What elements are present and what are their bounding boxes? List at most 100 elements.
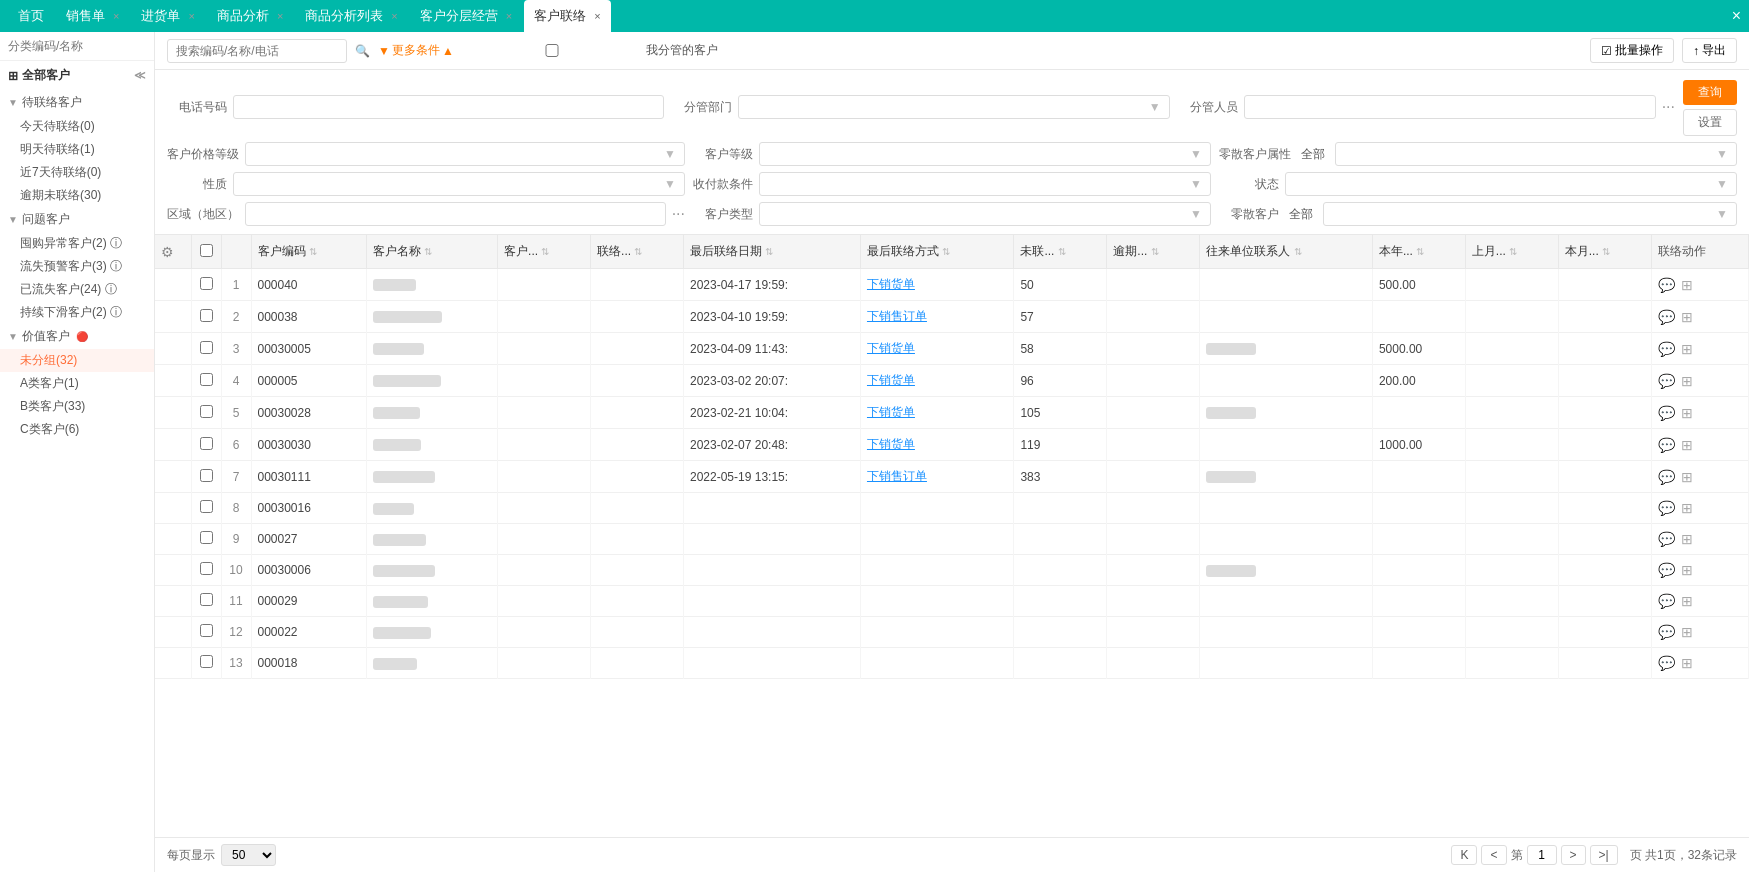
row-checkbox-cell[interactable]: [191, 301, 221, 333]
region-dots[interactable]: ···: [672, 205, 685, 223]
chat-icon[interactable]: 💬: [1658, 309, 1675, 325]
my-customers-input[interactable]: [462, 44, 642, 57]
nav-purchase-close[interactable]: ×: [188, 10, 194, 22]
row-last-way[interactable]: [860, 524, 1013, 555]
nav-customer-segment-close[interactable]: ×: [506, 10, 512, 22]
code-col-header[interactable]: 客户编码 ⇅: [251, 235, 366, 269]
row-last-way[interactable]: 下销货单: [860, 429, 1013, 461]
row-checkbox[interactable]: [200, 469, 213, 482]
chat-icon[interactable]: 💬: [1658, 437, 1675, 453]
sidebar-item-tomorrow[interactable]: 明天待联络(1): [0, 138, 154, 161]
menu-icon[interactable]: ⊞: [1681, 309, 1693, 325]
page-size-select[interactable]: 50 20 100: [221, 844, 276, 866]
gear-col-header[interactable]: ⚙: [155, 235, 191, 269]
sidebar-group-problem[interactable]: ▼ 问题客户: [0, 207, 154, 232]
reset-button[interactable]: 设置: [1683, 109, 1737, 136]
last-way-link[interactable]: 下销售订单: [867, 309, 927, 323]
search-input[interactable]: [167, 39, 347, 63]
row-last-way[interactable]: 下销货单: [860, 397, 1013, 429]
menu-icon[interactable]: ⊞: [1681, 469, 1693, 485]
row-last-way[interactable]: 下销货单: [860, 269, 1013, 301]
row-checkbox[interactable]: [200, 562, 213, 575]
chat-icon[interactable]: 💬: [1658, 373, 1675, 389]
sidebar-item-ungroup[interactable]: 未分组(32): [0, 349, 154, 372]
row-checkbox[interactable]: [200, 437, 213, 450]
row-checkbox[interactable]: [200, 309, 213, 322]
row-checkbox[interactable]: [200, 624, 213, 637]
row-checkbox-cell[interactable]: [191, 365, 221, 397]
query-button[interactable]: 查询: [1683, 80, 1737, 105]
chat-icon[interactable]: 💬: [1658, 277, 1675, 293]
last-way-link[interactable]: 下销货单: [867, 437, 915, 451]
sidebar-item-today[interactable]: 今天待联络(0): [0, 115, 154, 138]
row-checkbox-cell[interactable]: [191, 333, 221, 365]
page-prev-btn[interactable]: <: [1481, 845, 1506, 865]
row-checkbox-cell[interactable]: [191, 617, 221, 648]
chat-icon[interactable]: 💬: [1658, 405, 1675, 421]
menu-icon[interactable]: ⊞: [1681, 373, 1693, 389]
contact-col-header[interactable]: 联络... ⇅: [591, 235, 684, 269]
page-number-input[interactable]: [1527, 845, 1557, 865]
row-checkbox-cell[interactable]: [191, 397, 221, 429]
sidebar-item-class-b[interactable]: B类客户(33): [0, 395, 154, 418]
row-checkbox[interactable]: [200, 405, 213, 418]
menu-icon[interactable]: ⊞: [1681, 593, 1693, 609]
sidebar-group-pending[interactable]: ▼ 待联络客户: [0, 90, 154, 115]
window-close-icon[interactable]: ×: [1732, 7, 1741, 25]
nav-product-analysis-close[interactable]: ×: [277, 10, 283, 22]
row-checkbox-cell[interactable]: [191, 429, 221, 461]
row-checkbox-cell[interactable]: [191, 269, 221, 301]
nav-customer-contact[interactable]: 客户联络 ×: [524, 0, 610, 32]
row-last-way[interactable]: 下销售订单: [860, 301, 1013, 333]
this-month-col-header[interactable]: 本月... ⇅: [1558, 235, 1651, 269]
gear-icon[interactable]: ⚙: [161, 244, 174, 260]
my-customers-checkbox[interactable]: 我分管的客户: [462, 42, 718, 59]
chat-icon[interactable]: 💬: [1658, 624, 1675, 640]
row-last-way[interactable]: 下销货单: [860, 333, 1013, 365]
dept-select[interactable]: ▼: [738, 95, 1169, 119]
scattered-attr-select[interactable]: ▼: [1335, 142, 1737, 166]
nav-purchase[interactable]: 进货单 ×: [131, 0, 204, 32]
row-checkbox[interactable]: [200, 277, 213, 290]
page-last-btn[interactable]: >|: [1590, 845, 1618, 865]
sidebar-item-hoard[interactable]: 囤购异常客户(2) ⓘ: [0, 232, 154, 255]
chat-icon[interactable]: 💬: [1658, 593, 1675, 609]
chat-icon[interactable]: 💬: [1658, 341, 1675, 357]
nav-product-list-close[interactable]: ×: [391, 10, 397, 22]
last-way-col-header[interactable]: 最后联络方式 ⇅: [860, 235, 1013, 269]
sidebar-item-class-a[interactable]: A类客户(1): [0, 372, 154, 395]
scattered-select[interactable]: ▼: [1323, 202, 1737, 226]
nav-customer-contact-close[interactable]: ×: [594, 10, 600, 22]
row-checkbox-cell[interactable]: [191, 648, 221, 679]
last-way-link[interactable]: 下销售订单: [867, 469, 927, 483]
unit-contact-col-header[interactable]: 往来单位联系人 ⇅: [1200, 235, 1373, 269]
row-checkbox-cell[interactable]: [191, 586, 221, 617]
last-way-link[interactable]: 下销货单: [867, 405, 915, 419]
customer-type-select[interactable]: ▼: [759, 202, 1211, 226]
region-input[interactable]: [245, 202, 666, 226]
type-col-header[interactable]: 客户... ⇅: [498, 235, 591, 269]
row-last-way[interactable]: [860, 555, 1013, 586]
more-conditions-btn[interactable]: ▼ 更多条件 ▲: [378, 42, 454, 59]
last-way-link[interactable]: 下销货单: [867, 277, 915, 291]
chat-icon[interactable]: 💬: [1658, 531, 1675, 547]
name-col-header[interactable]: 客户名称 ⇅: [366, 235, 497, 269]
row-checkbox[interactable]: [200, 593, 213, 606]
payment-select[interactable]: ▼: [759, 172, 1211, 196]
nav-sales[interactable]: 销售单 ×: [56, 0, 129, 32]
phone-input[interactable]: [233, 95, 664, 119]
sidebar-item-class-c[interactable]: C类客户(6): [0, 418, 154, 441]
row-checkbox[interactable]: [200, 655, 213, 668]
export-button[interactable]: ↑ 导出: [1682, 38, 1737, 63]
menu-icon[interactable]: ⊞: [1681, 341, 1693, 357]
menu-icon[interactable]: ⊞: [1681, 624, 1693, 640]
last-month-col-header[interactable]: 上月... ⇅: [1465, 235, 1558, 269]
nature-select[interactable]: ▼: [233, 172, 685, 196]
page-first-btn[interactable]: K: [1451, 845, 1477, 865]
filter-search-icon[interactable]: 🔍: [355, 44, 370, 58]
manager-dots[interactable]: ···: [1662, 98, 1675, 116]
sidebar-item-churn-risk[interactable]: 流失预警客户(3) ⓘ: [0, 255, 154, 278]
menu-icon[interactable]: ⊞: [1681, 437, 1693, 453]
batch-ops-button[interactable]: ☑ 批量操作: [1590, 38, 1674, 63]
sidebar-item-churned[interactable]: 已流失客户(24) ⓘ: [0, 278, 154, 301]
